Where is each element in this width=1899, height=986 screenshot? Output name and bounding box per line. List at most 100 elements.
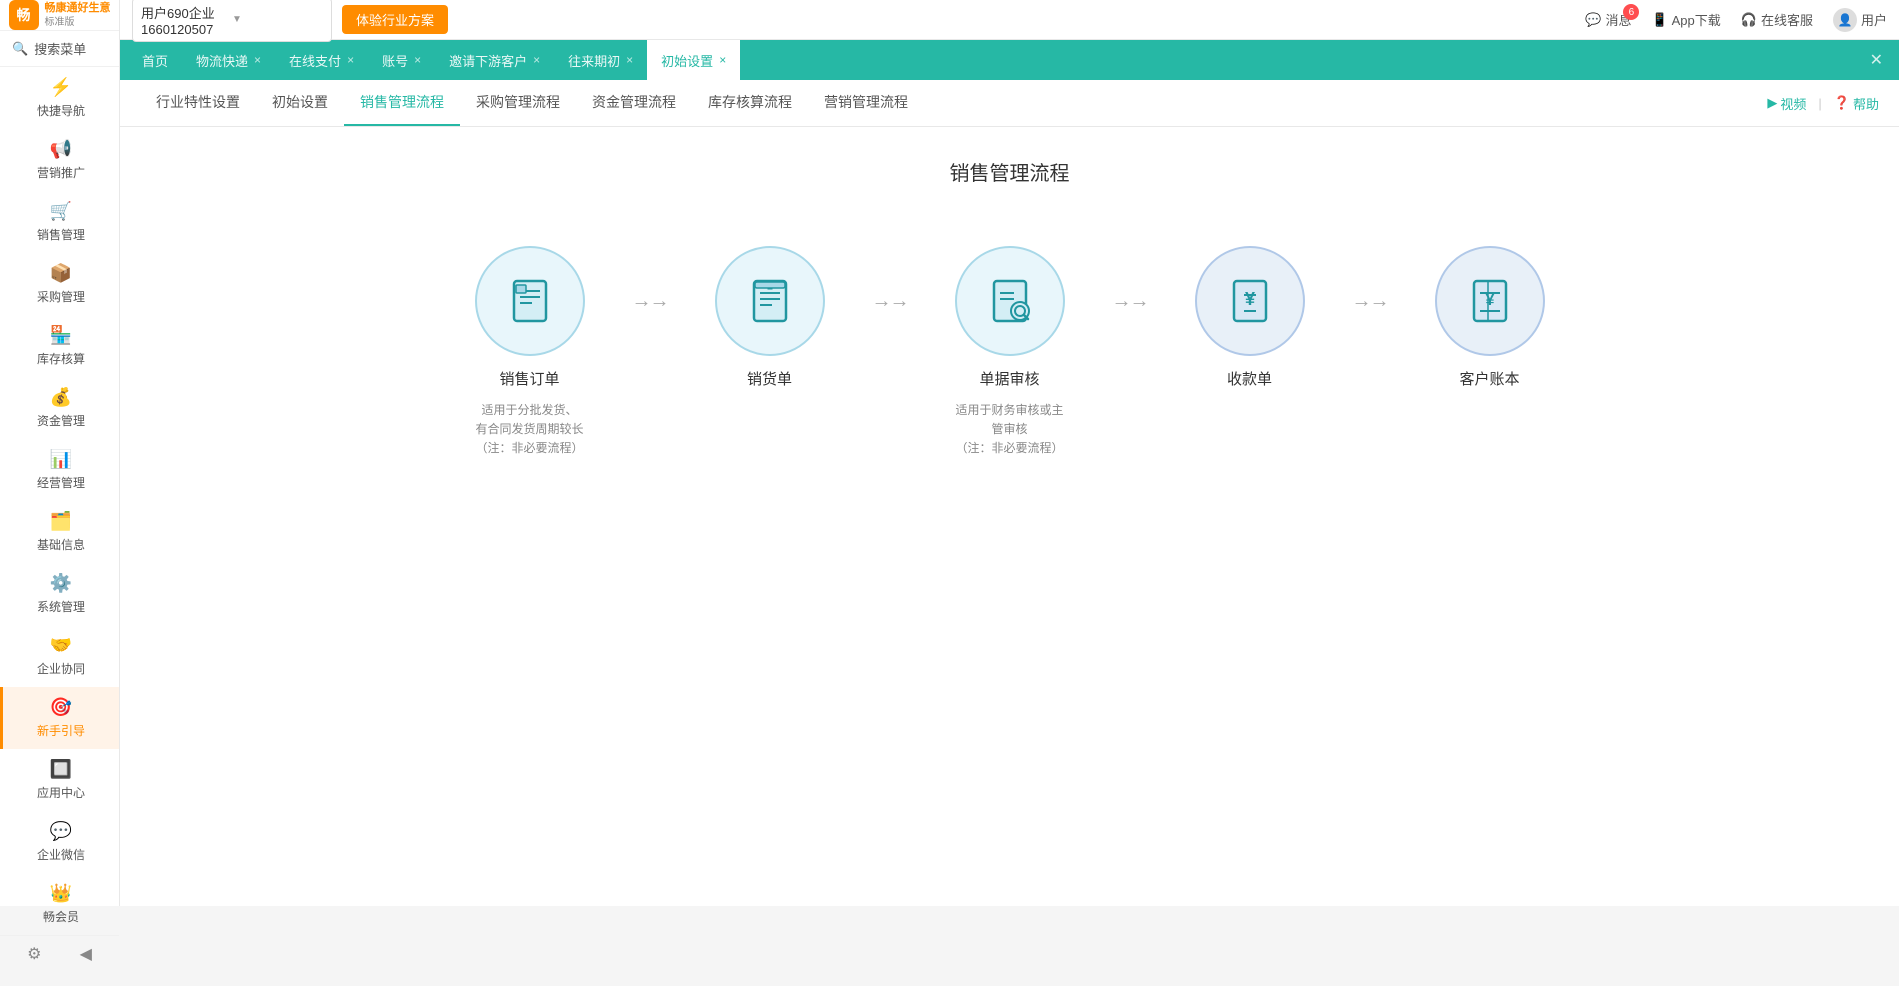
help-icon: ❓ xyxy=(1834,95,1850,111)
flow-circle-receipt[interactable]: ¥ xyxy=(1195,246,1305,356)
nav-tabs: 首页 物流快递 × 在线支付 × 账号 × 邀请下游客户 × 往来期初 × 初始… xyxy=(120,40,1899,80)
flow-step-audit-name: 单据审核 xyxy=(979,368,1039,389)
user-selector-arrow-icon: ▼ xyxy=(232,14,323,25)
flow-step-receipt-name: 收款单 xyxy=(1227,368,1272,389)
sub-tab-caigou-flow[interactable]: 采购管理流程 xyxy=(460,80,576,126)
tab-zhanghao[interactable]: 账号 × xyxy=(368,40,435,80)
tab-yaoqing[interactable]: 邀请下游客户 × xyxy=(435,40,554,80)
tab-zhifu-close-icon[interactable]: × xyxy=(347,53,354,67)
flow-step-sales-order-desc: 适用于分批发货、 有合同发货周期较长 （注：非必要流程） xyxy=(475,401,583,459)
flow-arrow-1: →→ xyxy=(620,246,680,313)
flow-step-sales-order-name: 销售订单 xyxy=(499,368,559,389)
video-help-btn[interactable]: ▶ 视频 xyxy=(1767,94,1806,113)
flow-step-sales-invoice-name: 销货单 xyxy=(747,368,792,389)
flow-circle-sales-order[interactable] xyxy=(475,246,585,356)
tab-wuliu[interactable]: 物流快递 × xyxy=(182,40,275,80)
flow-steps: 销售订单 适用于分批发货、 有合同发货周期较长 （注：非必要流程） →→ xyxy=(140,246,1879,459)
tab-chushishezhi[interactable]: 初始设置 × xyxy=(647,40,740,80)
qiyeweixin-icon: 💬 xyxy=(50,821,72,842)
flow-step-account-book-name: 客户账本 xyxy=(1459,368,1519,389)
sidebar-item-jingying[interactable]: 📊 经营管理 xyxy=(0,439,119,501)
tab-home[interactable]: 首页 xyxy=(128,40,182,80)
tab-yaoqing-close-icon[interactable]: × xyxy=(533,53,540,67)
sales-invoice-icon xyxy=(744,275,796,327)
sub-tab-chushi[interactable]: 初始设置 xyxy=(256,80,344,126)
xitong-icon: ⚙️ xyxy=(50,573,72,594)
flow-step-audit: 单据审核 适用于财务审核或主 管审核 （注：非必要流程） xyxy=(920,246,1100,459)
user-selector[interactable]: 用户690企业1660120507 ▼ xyxy=(132,0,332,42)
app-download-icon: 📱 xyxy=(1651,12,1667,28)
sidebar-item-xiaoshou[interactable]: 🛒 销售管理 xyxy=(0,191,119,253)
xinshouyindao-icon: 🎯 xyxy=(50,697,72,718)
close-all-tabs-icon[interactable]: ✕ xyxy=(1862,50,1891,70)
tab-wanglai[interactable]: 往来期初 × xyxy=(554,40,647,80)
yingyongzhongxin-icon: 🔲 xyxy=(50,759,72,780)
audit-icon xyxy=(984,275,1036,327)
main-content: 行业特性设置 初始设置 销售管理流程 采购管理流程 资金管理流程 库存核算流程 … xyxy=(120,80,1899,906)
sidebar-item-xinshouyindao[interactable]: 🎯 新手引导 xyxy=(0,687,119,749)
xiaoshou-icon: 🛒 xyxy=(50,201,72,222)
tab-zhanghao-close-icon[interactable]: × xyxy=(414,53,421,67)
svg-text:¥: ¥ xyxy=(1485,292,1494,309)
sidebar-item-kucun[interactable]: 🏪 库存核算 xyxy=(0,315,119,377)
flow-arrow-3: →→ xyxy=(1100,246,1160,313)
sidebar-item-jichu[interactable]: 🗂️ 基础信息 xyxy=(0,501,119,563)
message-btn[interactable]: 💬 消息 6 xyxy=(1585,10,1631,29)
sales-order-icon xyxy=(504,275,556,327)
video-icon: ▶ xyxy=(1767,95,1777,111)
sidebar-item-kuaijie[interactable]: ⚡ 快捷导航 xyxy=(0,67,119,129)
svg-text:¥: ¥ xyxy=(1244,289,1254,309)
sub-tabs: 行业特性设置 初始设置 销售管理流程 采购管理流程 资金管理流程 库存核算流程 … xyxy=(120,80,1899,127)
sub-tab-xiaoshou-flow[interactable]: 销售管理流程 xyxy=(344,80,460,126)
sidebar-logo: 畅 畅康通好生意 标准版 xyxy=(0,0,119,31)
zijin-icon: 💰 xyxy=(50,387,72,408)
flow-arrow-4: →→ xyxy=(1340,246,1400,313)
sub-tab-kucun-flow[interactable]: 库存核算流程 xyxy=(692,80,808,126)
tab-wanglai-close-icon[interactable]: × xyxy=(626,53,633,67)
changhyuyan-icon: 👑 xyxy=(50,883,72,904)
jingying-icon: 📊 xyxy=(50,449,72,470)
flow-title: 销售管理流程 xyxy=(140,157,1879,186)
sub-tab-zijin-flow[interactable]: 资金管理流程 xyxy=(576,80,692,126)
tab-wuliu-close-icon[interactable]: × xyxy=(254,53,261,67)
top-bar: 用户690企业1660120507 ▼ 体验行业方案 💬 消息 6 📱 App下… xyxy=(120,0,1899,40)
sidebar-item-yingxiao[interactable]: 📢 营销推广 xyxy=(0,129,119,191)
logo-text: 畅康通好生意 标准版 xyxy=(45,1,111,28)
search-menu[interactable]: 🔍 搜索菜单 xyxy=(0,31,119,67)
sidebar-item-xitong[interactable]: ⚙️ 系统管理 xyxy=(0,563,119,625)
help-btn[interactable]: ❓ 帮助 xyxy=(1834,94,1879,113)
tab-zhifu[interactable]: 在线支付 × xyxy=(275,40,368,80)
online-service-btn[interactable]: 🎧 在线客服 xyxy=(1741,10,1813,29)
sub-tabs-right: ▶ 视频 | ❓ 帮助 xyxy=(1767,94,1879,113)
flow-step-account-book: ¥ 客户账本 xyxy=(1400,246,1580,389)
experience-button[interactable]: 体验行业方案 xyxy=(342,5,448,34)
jichu-icon: 🗂️ xyxy=(50,511,72,532)
account-book-icon: ¥ xyxy=(1464,275,1516,327)
search-icon: 🔍 xyxy=(12,41,28,57)
sidebar-item-zijin[interactable]: 💰 资金管理 xyxy=(0,377,119,439)
sidebar-item-caigou[interactable]: 📦 采购管理 xyxy=(0,253,119,315)
app-download-btn[interactable]: 📱 App下载 xyxy=(1651,10,1720,29)
sub-tab-hangye[interactable]: 行业特性设置 xyxy=(140,80,256,126)
flow-step-sales-order: 销售订单 适用于分批发货、 有合同发货周期较长 （注：非必要流程） xyxy=(440,246,620,459)
logo-icon: 畅 xyxy=(9,0,39,30)
kucun-icon: 🏪 xyxy=(50,325,72,346)
caigou-icon: 📦 xyxy=(50,263,72,284)
sidebar-item-qiyexietong[interactable]: 🤝 企业协同 xyxy=(0,625,119,687)
flow-arrow-2: →→ xyxy=(860,246,920,313)
top-bar-right: 💬 消息 6 📱 App下载 🎧 在线客服 👤 用户 xyxy=(1585,8,1887,32)
sidebar: 畅 畅康通好生意 标准版 🔍 搜索菜单 ⚡ 快捷导航 📢 营销推广 🛒 销售管理… xyxy=(0,0,120,906)
sub-tab-yingxiao-flow[interactable]: 营销管理流程 xyxy=(808,80,924,126)
user-profile-btn[interactable]: 👤 用户 xyxy=(1833,8,1887,32)
message-icon: 💬 xyxy=(1585,12,1601,28)
flow-circle-account-book[interactable]: ¥ xyxy=(1435,246,1545,356)
flow-circle-sales-invoice[interactable] xyxy=(715,246,825,356)
sidebar-item-qiyeweixin[interactable]: 💬 企业微信 xyxy=(0,811,119,873)
flow-circle-audit[interactable] xyxy=(955,246,1065,356)
yingxiao-icon: 📢 xyxy=(50,139,72,160)
tab-chushishezhi-close-icon[interactable]: × xyxy=(719,53,726,67)
qiyexietong-icon: 🤝 xyxy=(50,635,72,656)
sidebar-item-yingyongzhongxin[interactable]: 🔲 应用中心 xyxy=(0,749,119,811)
kuaijie-icon: ⚡ xyxy=(50,77,72,98)
flow-step-sales-invoice: 销货单 xyxy=(680,246,860,389)
